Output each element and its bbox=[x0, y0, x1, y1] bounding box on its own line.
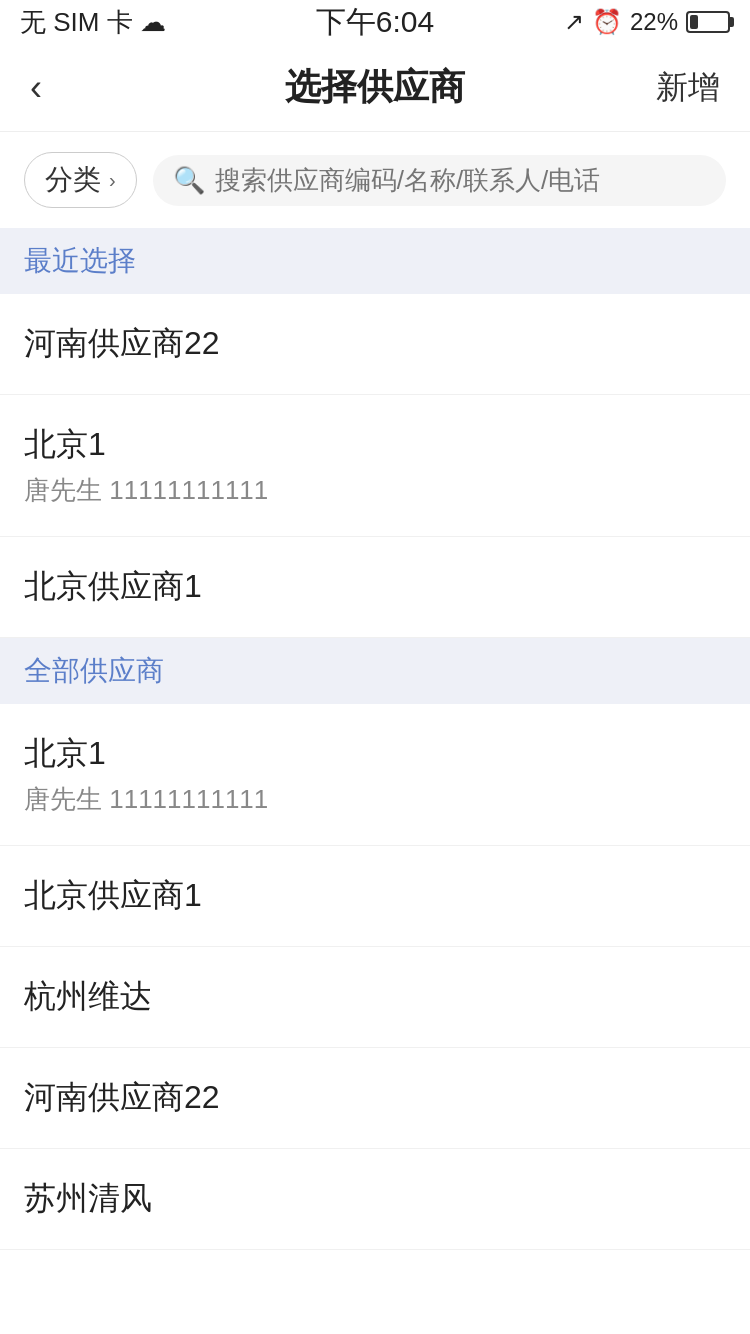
list-item[interactable]: 北京1 唐先生 11111111111 bbox=[0, 704, 750, 846]
location-icon: ↗ bbox=[564, 8, 584, 36]
list-item[interactable]: 北京供应商1 bbox=[0, 846, 750, 947]
category-button[interactable]: 分类 › bbox=[24, 152, 137, 208]
section-header-recent: 最近选择 bbox=[0, 228, 750, 294]
item-name: 杭州维达 bbox=[24, 975, 726, 1019]
list-item[interactable]: 北京1 唐先生 11111111111 bbox=[0, 395, 750, 537]
item-name: 北京1 bbox=[24, 423, 726, 467]
item-subtitle: 唐先生 11111111111 bbox=[24, 473, 726, 508]
status-bar: 无 SIM 卡 ☁ 下午6:04 ↗ ⏰ 22% bbox=[0, 0, 750, 44]
item-name: 北京供应商1 bbox=[24, 565, 726, 609]
list-item[interactable]: 河南供应商22 bbox=[0, 1048, 750, 1149]
item-name: 河南供应商22 bbox=[24, 322, 726, 366]
battery-label: 22% bbox=[630, 8, 678, 36]
alarm-icon: ⏰ bbox=[592, 8, 622, 36]
nav-bar: ‹ 选择供应商 新增 bbox=[0, 44, 750, 132]
status-time: 下午6:04 bbox=[316, 2, 434, 43]
status-left: 无 SIM 卡 ☁ bbox=[20, 5, 166, 40]
sections-container: 最近选择河南供应商22 北京1 唐先生 11111111111 北京供应商1 全部供应商… bbox=[0, 228, 750, 1250]
list-item[interactable]: 苏州清风 bbox=[0, 1149, 750, 1250]
search-input[interactable] bbox=[215, 165, 706, 196]
list-item[interactable]: 北京供应商1 bbox=[0, 537, 750, 638]
battery-icon bbox=[686, 11, 730, 33]
list-item[interactable]: 杭州维达 bbox=[0, 947, 750, 1048]
back-button[interactable]: ‹ bbox=[30, 67, 110, 109]
search-icon: 🔍 bbox=[173, 165, 205, 196]
item-name: 河南供应商22 bbox=[24, 1076, 726, 1120]
page-title: 选择供应商 bbox=[285, 63, 465, 112]
item-name: 北京供应商1 bbox=[24, 874, 726, 918]
add-button[interactable]: 新增 bbox=[640, 66, 720, 110]
status-right: ↗ ⏰ 22% bbox=[564, 8, 730, 36]
section-header-all: 全部供应商 bbox=[0, 638, 750, 704]
item-subtitle: 唐先生 11111111111 bbox=[24, 782, 726, 817]
category-label: 分类 bbox=[45, 161, 101, 199]
list-item[interactable]: 河南供应商22 bbox=[0, 294, 750, 395]
item-name: 北京1 bbox=[24, 732, 726, 776]
search-box: 🔍 bbox=[153, 155, 726, 206]
chevron-right-icon: › bbox=[109, 169, 116, 192]
sim-label: 无 SIM 卡 ☁ bbox=[20, 5, 166, 40]
filter-bar: 分类 › 🔍 bbox=[0, 132, 750, 228]
item-name: 苏州清风 bbox=[24, 1177, 726, 1221]
